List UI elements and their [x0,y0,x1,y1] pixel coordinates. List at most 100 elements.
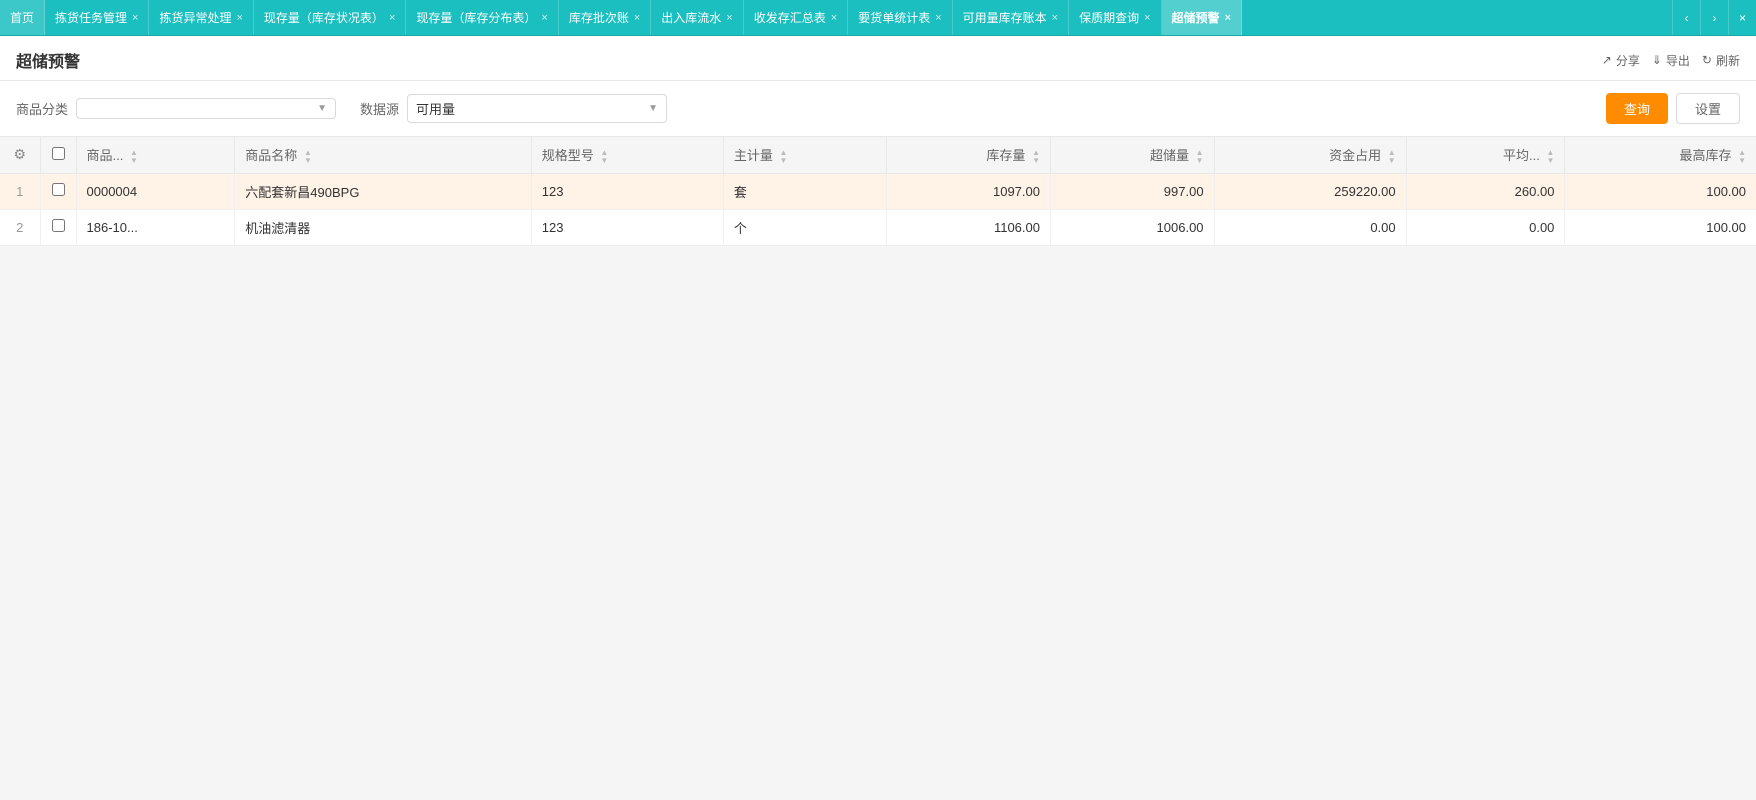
col-header-settings: ⚙ [0,137,40,173]
table-header-row: ⚙ 商品... ▲ ▼ 商品名称 ▲ ▼ [0,137,1756,173]
page-header: 超储预警 ↗ 分享 ⇓ 导出 ↻ 刷新 [0,36,1756,81]
settings-button[interactable]: 设置 [1676,93,1740,124]
page-title: 超储预警 [16,48,80,72]
filter-actions: 查询 设置 [1606,93,1740,124]
datasource-select-value: 可用量 [416,99,455,118]
nav-tab-stock-status[interactable]: 现存量（库存状况表） × [254,0,406,36]
col-header-capital[interactable]: 资金占用 ▲ ▼ [1214,137,1406,173]
nav-tab-abnormal[interactable]: 拣货异常处理 × [149,0,253,36]
close-tab-batch[interactable]: × [634,12,640,24]
nav-tab-inout[interactable]: 出入库流水 × [651,0,743,36]
row-avg: 0.00 [1406,209,1565,245]
row-max: 100.00 [1565,209,1756,245]
col-header-avg[interactable]: 平均... ▲ ▼ [1406,137,1565,173]
row-avg: 260.00 [1406,173,1565,209]
share-button[interactable]: ↗ 分享 [1602,52,1640,69]
close-tab-overstock[interactable]: × [1225,12,1231,24]
nav-tab-collect[interactable]: 收发存汇总表 × [744,0,848,36]
header-actions: ↗ 分享 ⇓ 导出 ↻ 刷新 [1602,52,1740,69]
row-code: 0000004 [76,173,235,209]
row-max: 100.00 [1565,173,1756,209]
col-header-max[interactable]: 最高库存 ▲ ▼ [1565,137,1756,173]
datasource-select[interactable]: 可用量 ▼ [407,94,667,123]
sort-icon-overstock: ▲ ▼ [1196,149,1204,165]
col-header-stock[interactable]: 库存量 ▲ ▼ [887,137,1051,173]
row-checkbox[interactable] [52,219,65,232]
query-button[interactable]: 查询 [1606,93,1668,124]
row-index: 2 [0,209,40,245]
row-checkbox[interactable] [52,183,65,196]
nav-tab-available[interactable]: 可用量库存账本 × [953,0,1069,36]
col-header-unit[interactable]: 主计量 ▲ ▼ [723,137,887,173]
sort-icon-max: ▲ ▼ [1738,149,1746,165]
top-nav: 首页 拣货任务管理 × 拣货异常处理 × 现存量（库存状况表） × 现存量（库存… [0,0,1756,36]
nav-tab-batch[interactable]: 库存批次账 × [559,0,651,36]
close-tab-abnormal[interactable]: × [236,12,242,24]
table-row[interactable]: 1 0000004 六配套新昌490BPG 123 套 1097.00 997.… [0,173,1756,209]
filter-category: 商品分类 ▼ [16,98,336,119]
refresh-icon: ↻ [1702,53,1712,67]
close-tab-stock-status[interactable]: × [389,12,395,24]
close-tab-quality[interactable]: × [1144,12,1150,24]
nav-arrows: ‹ › × [1672,0,1756,36]
column-settings-icon[interactable]: ⚙ [13,146,26,162]
row-unit: 套 [723,173,887,209]
filter-datasource: 数据源 可用量 ▼ [360,94,667,123]
nav-tab-home[interactable]: 首页 [0,0,45,36]
row-unit: 个 [723,209,887,245]
col-header-spec[interactable]: 规格型号 ▲ ▼ [531,137,723,173]
close-tab-task[interactable]: × [132,12,138,24]
row-capital: 259220.00 [1214,173,1406,209]
sort-icon-code: ▲ ▼ [130,149,138,165]
close-tab-inout[interactable]: × [726,12,732,24]
close-tab-collect[interactable]: × [831,12,837,24]
sort-icon-stock: ▲ ▼ [1032,149,1040,165]
nav-tab-task[interactable]: 拣货任务管理 × [45,0,149,36]
datasource-label: 数据源 [360,99,399,118]
row-index: 1 [0,173,40,209]
sort-icon-unit: ▲ ▼ [780,149,788,165]
row-overstock: 997.00 [1050,173,1214,209]
table-body: 1 0000004 六配套新昌490BPG 123 套 1097.00 997.… [0,173,1756,245]
row-stock: 1106.00 [887,209,1051,245]
nav-arrow-right[interactable]: › [1700,0,1728,36]
row-checkbox-cell[interactable] [40,173,76,209]
row-overstock: 1006.00 [1050,209,1214,245]
sort-icon-capital: ▲ ▼ [1388,149,1396,165]
nav-tab-order-stat[interactable]: 要货单统计表 × [848,0,952,36]
col-header-name[interactable]: 商品名称 ▲ ▼ [235,137,531,173]
share-icon: ↗ [1602,53,1612,67]
export-icon: ⇓ [1652,53,1662,67]
col-header-checkbox [40,137,76,173]
select-all-checkbox[interactable] [52,147,65,160]
nav-arrow-close[interactable]: × [1728,0,1756,36]
data-table-container: ⚙ 商品... ▲ ▼ 商品名称 ▲ ▼ [0,137,1756,246]
sort-icon-avg: ▲ ▼ [1547,149,1555,165]
col-header-code[interactable]: 商品... ▲ ▼ [76,137,235,173]
row-name: 六配套新昌490BPG [235,173,531,209]
row-spec: 123 [531,173,723,209]
nav-arrow-left[interactable]: ‹ [1672,0,1700,36]
row-checkbox-cell[interactable] [40,209,76,245]
nav-tab-overstock[interactable]: 超储预警 × [1162,0,1242,36]
col-header-overstock[interactable]: 超储量 ▲ ▼ [1050,137,1214,173]
filter-area: 商品分类 ▼ 数据源 可用量 ▼ 查询 设置 [0,81,1756,137]
row-capital: 0.00 [1214,209,1406,245]
sort-icon-name: ▲ ▼ [304,149,312,165]
export-button[interactable]: ⇓ 导出 [1652,52,1690,69]
row-name: 机油滤清器 [235,209,531,245]
row-stock: 1097.00 [887,173,1051,209]
refresh-button[interactable]: ↻ 刷新 [1702,52,1740,69]
close-tab-stock-dist[interactable]: × [541,12,547,24]
row-spec: 123 [531,209,723,245]
nav-tab-stock-dist[interactable]: 现存量（库存分布表） × [406,0,558,36]
category-select-arrow: ▼ [317,103,327,114]
category-label: 商品分类 [16,99,68,118]
row-code: 186-10... [76,209,235,245]
datasource-select-arrow: ▼ [648,103,658,114]
close-tab-available[interactable]: × [1052,12,1058,24]
close-tab-order-stat[interactable]: × [935,12,941,24]
category-select[interactable]: ▼ [76,98,336,119]
nav-tab-quality[interactable]: 保质期查询 × [1069,0,1161,36]
table-row[interactable]: 2 186-10... 机油滤清器 123 个 1106.00 1006.00 … [0,209,1756,245]
